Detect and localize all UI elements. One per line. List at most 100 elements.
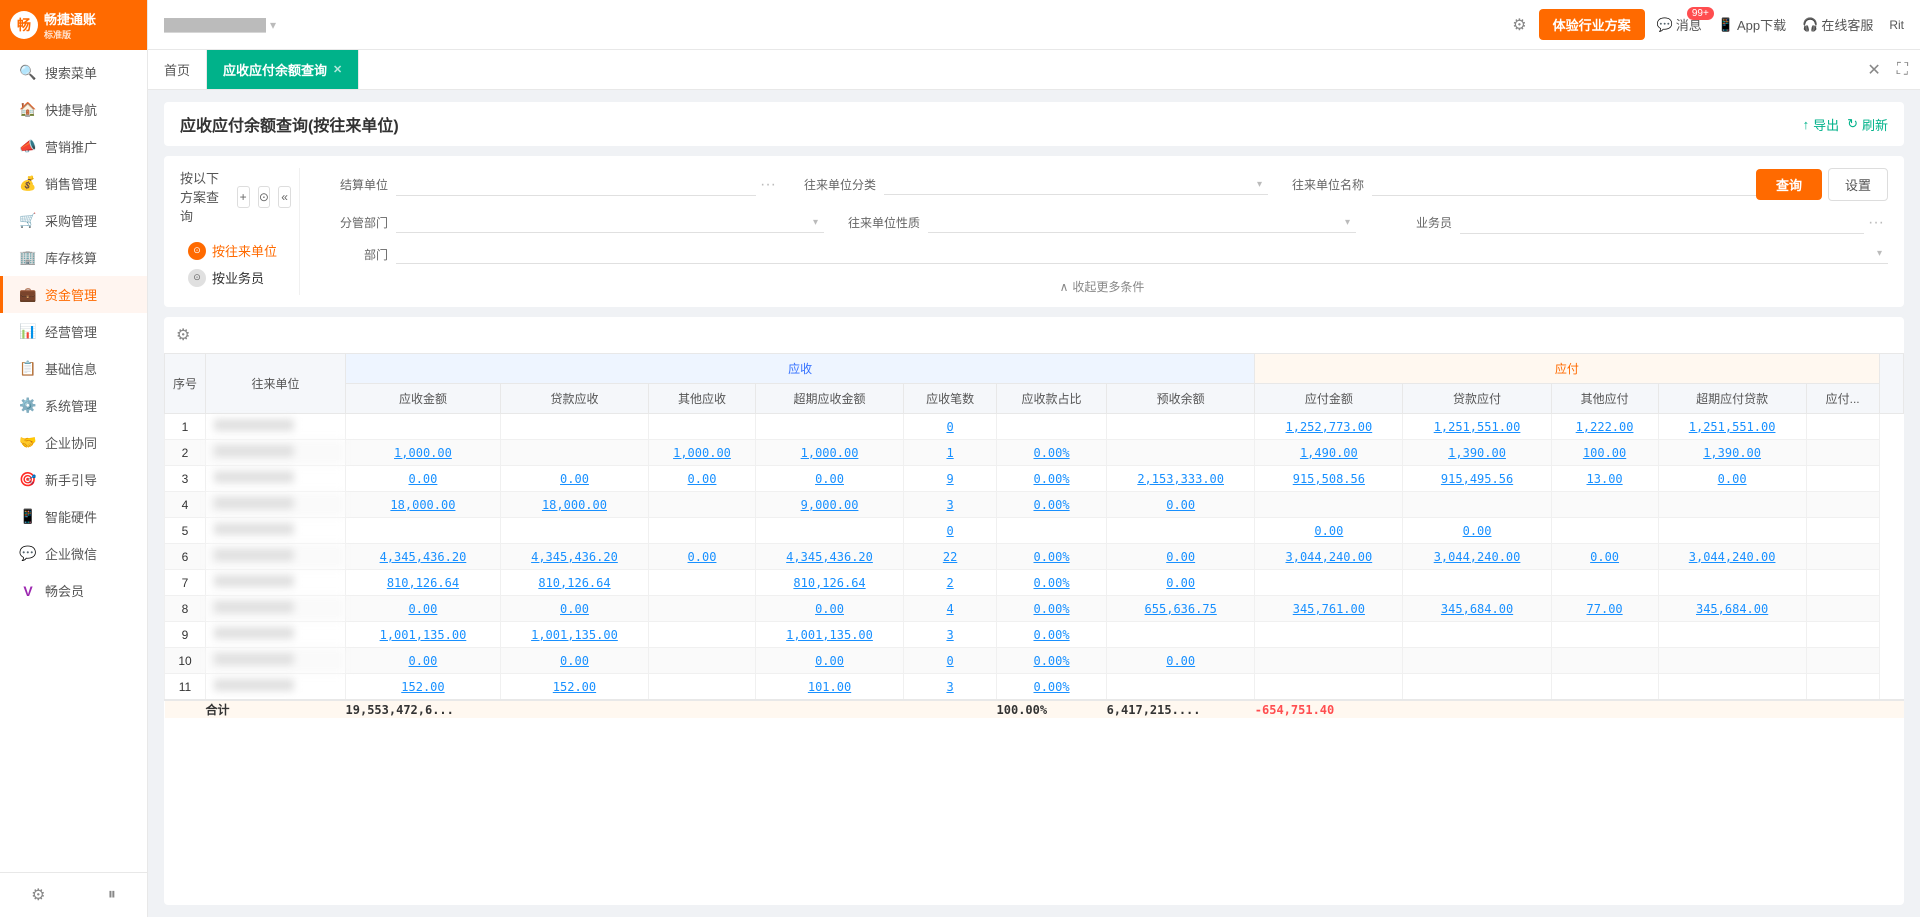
cell-prepay[interactable]: 0.00 (1107, 570, 1255, 596)
salesman-input[interactable] (1460, 211, 1864, 234)
cell-overdue_ar[interactable]: 101.00 (755, 674, 903, 701)
cell-ar_amount[interactable]: 810,126.64 (346, 570, 501, 596)
cell-ar_ratio[interactable]: 0.00% (997, 440, 1107, 466)
cell-overdue_ar[interactable]: 0.00 (755, 596, 903, 622)
tab-close-btn[interactable]: ✕ (333, 63, 342, 76)
filter-settings-btn[interactable]: ⊙ (258, 186, 271, 208)
app-download-btn[interactable]: 📱 App下载 (1718, 15, 1786, 34)
cell-ar_amount[interactable]: 0.00 (346, 466, 501, 492)
filter-collapse-btn[interactable]: « (278, 186, 291, 208)
cell-ar_count[interactable]: 4 (904, 596, 997, 622)
cell-loan_ar[interactable]: 1,001,135.00 (500, 622, 648, 648)
cell-ar_ratio[interactable]: 0.00% (997, 674, 1107, 701)
cell-ar_amount[interactable]: 1,001,135.00 (346, 622, 501, 648)
cell-other_ap[interactable]: 100.00 (1551, 440, 1658, 466)
filter-option-partner[interactable]: ⊙ 按往来单位 (180, 237, 291, 264)
export-btn[interactable]: ↑ 导出 (1803, 115, 1840, 134)
cell-ap_amount[interactable]: 345,761.00 (1255, 596, 1403, 622)
cell-ar_amount[interactable]: 0.00 (346, 596, 501, 622)
cell-overdue_ar[interactable]: 810,126.64 (755, 570, 903, 596)
cell-ar_ratio[interactable]: 0.00% (997, 596, 1107, 622)
sidebar-item-hardware[interactable]: 📱 智能硬件 (0, 498, 147, 535)
cell-ar_ratio[interactable]: 0.00% (997, 622, 1107, 648)
cell-overdue_ar[interactable]: 0.00 (755, 466, 903, 492)
refresh-btn[interactable]: ↻ 刷新 (1847, 115, 1888, 134)
cell-overdue_ap[interactable]: 1,251,551.00 (1658, 414, 1806, 440)
cell-overdue_ap[interactable]: 1,390.00 (1658, 440, 1806, 466)
user-name[interactable]: Rit (1889, 18, 1904, 32)
cell-overdue_ap[interactable]: 3,044,240.00 (1658, 544, 1806, 570)
cell-ar_count[interactable]: 0 (904, 518, 997, 544)
cell-other_ar[interactable]: 0.00 (649, 544, 756, 570)
message-btn[interactable]: 💬 消息 99+ (1657, 15, 1702, 34)
setting-button[interactable]: 设置 (1828, 168, 1888, 201)
cell-prepay[interactable]: 0.00 (1107, 544, 1255, 570)
cell-overdue_ap[interactable]: 345,684.00 (1658, 596, 1806, 622)
sidebar-item-quick-nav[interactable]: 🏠 快捷导航 (0, 91, 147, 128)
cell-ar_ratio[interactable]: 0.00% (997, 466, 1107, 492)
online-service-btn[interactable]: 🎧 在线客服 (1802, 15, 1873, 34)
cell-ar_count[interactable]: 3 (904, 492, 997, 518)
sidebar-item-base-info[interactable]: 📋 基础信息 (0, 350, 147, 387)
cell-ar_amount[interactable]: 152.00 (346, 674, 501, 701)
cell-loan_ar[interactable]: 0.00 (500, 648, 648, 674)
promo-button[interactable]: 体验行业方案 (1539, 9, 1645, 40)
sub-dept-select[interactable]: ▾ (396, 244, 1888, 264)
cell-ar_amount[interactable]: 4,345,436.20 (346, 544, 501, 570)
cell-overdue_ar[interactable]: 1,000.00 (755, 440, 903, 466)
query-button[interactable]: 查询 (1756, 169, 1822, 200)
cell-ap_amount[interactable]: 3,044,240.00 (1255, 544, 1403, 570)
cell-ar_ratio[interactable]: 0.00% (997, 544, 1107, 570)
cell-other_ap[interactable]: 13.00 (1551, 466, 1658, 492)
settlement-dots[interactable]: ··· (756, 176, 780, 194)
cell-loan_ar[interactable]: 4,345,436.20 (500, 544, 648, 570)
cell-prepay[interactable]: 0.00 (1107, 648, 1255, 674)
cell-overdue_ap[interactable]: 0.00 (1658, 466, 1806, 492)
sidebar-item-operation[interactable]: 📊 经营管理 (0, 313, 147, 350)
partner-type-select[interactable]: ▾ (884, 175, 1268, 195)
filter-add-btn[interactable]: + (237, 186, 250, 208)
cell-ar_count[interactable]: 9 (904, 466, 997, 492)
sidebar-item-wechat[interactable]: 💬 企业微信 (0, 535, 147, 572)
collapse-sidebar-btn[interactable]: ⏸ (100, 882, 124, 908)
cell-ar_ratio[interactable]: 0.00% (997, 492, 1107, 518)
sidebar-item-marketing[interactable]: 📣 营销推广 (0, 128, 147, 165)
cell-ar_count[interactable]: 22 (904, 544, 997, 570)
salesman-dots[interactable]: ··· (1864, 214, 1888, 232)
tab-expand-btn[interactable]: ⛶ (1893, 57, 1912, 83)
cell-ar_count[interactable]: 3 (904, 622, 997, 648)
cell-loan_ar[interactable]: 152.00 (500, 674, 648, 701)
sidebar-item-purchase[interactable]: 🛒 采购管理 (0, 202, 147, 239)
cell-loan_ar[interactable]: 0.00 (500, 466, 648, 492)
sidebar-item-search-menu[interactable]: 🔍 搜索菜单 (0, 54, 147, 91)
settings-footer-btn[interactable]: ⚙ (23, 881, 53, 909)
cell-overdue_ar[interactable]: 4,345,436.20 (755, 544, 903, 570)
topbar-gear-icon[interactable]: ⚙ (1512, 15, 1526, 35)
cell-loan_ap[interactable]: 1,390.00 (1403, 440, 1551, 466)
cell-other_ap[interactable]: 0.00 (1551, 544, 1658, 570)
cell-prepay[interactable]: 655,636.75 (1107, 596, 1255, 622)
cell-other_ap[interactable]: 1,222.00 (1551, 414, 1658, 440)
partner-name-input[interactable] (1372, 173, 1756, 196)
cell-ap_amount[interactable]: 0.00 (1255, 518, 1403, 544)
cell-prepay[interactable]: 2,153,333.00 (1107, 466, 1255, 492)
sidebar-item-finance[interactable]: 💼 资金管理 (0, 276, 147, 313)
sidebar-item-guide[interactable]: 🎯 新手引导 (0, 461, 147, 498)
cell-other_ap[interactable]: 77.00 (1551, 596, 1658, 622)
sidebar-item-sales[interactable]: 💰 销售管理 (0, 165, 147, 202)
cell-overdue_ar[interactable]: 1,001,135.00 (755, 622, 903, 648)
cell-ar_ratio[interactable]: 0.00% (997, 648, 1107, 674)
sidebar-item-inventory[interactable]: 🏢 库存核算 (0, 239, 147, 276)
collapse-bar[interactable]: ∧ 收起更多条件 (316, 274, 1888, 295)
partner-nature-select[interactable]: ▾ (928, 213, 1356, 233)
cell-overdue_ar[interactable]: 9,000.00 (755, 492, 903, 518)
cell-loan_ar[interactable]: 18,000.00 (500, 492, 648, 518)
cell-ap_amount[interactable]: 1,252,773.00 (1255, 414, 1403, 440)
dept-select[interactable]: ▾ (396, 213, 824, 233)
sidebar-item-member[interactable]: V 畅会员 (0, 572, 147, 609)
settlement-input[interactable] (396, 173, 756, 196)
tab-close-window-btn[interactable]: ✕ (1863, 56, 1884, 84)
cell-ar_count[interactable]: 2 (904, 570, 997, 596)
cell-ar_ratio[interactable]: 0.00% (997, 570, 1107, 596)
table-gear-icon[interactable]: ⚙ (176, 325, 190, 345)
